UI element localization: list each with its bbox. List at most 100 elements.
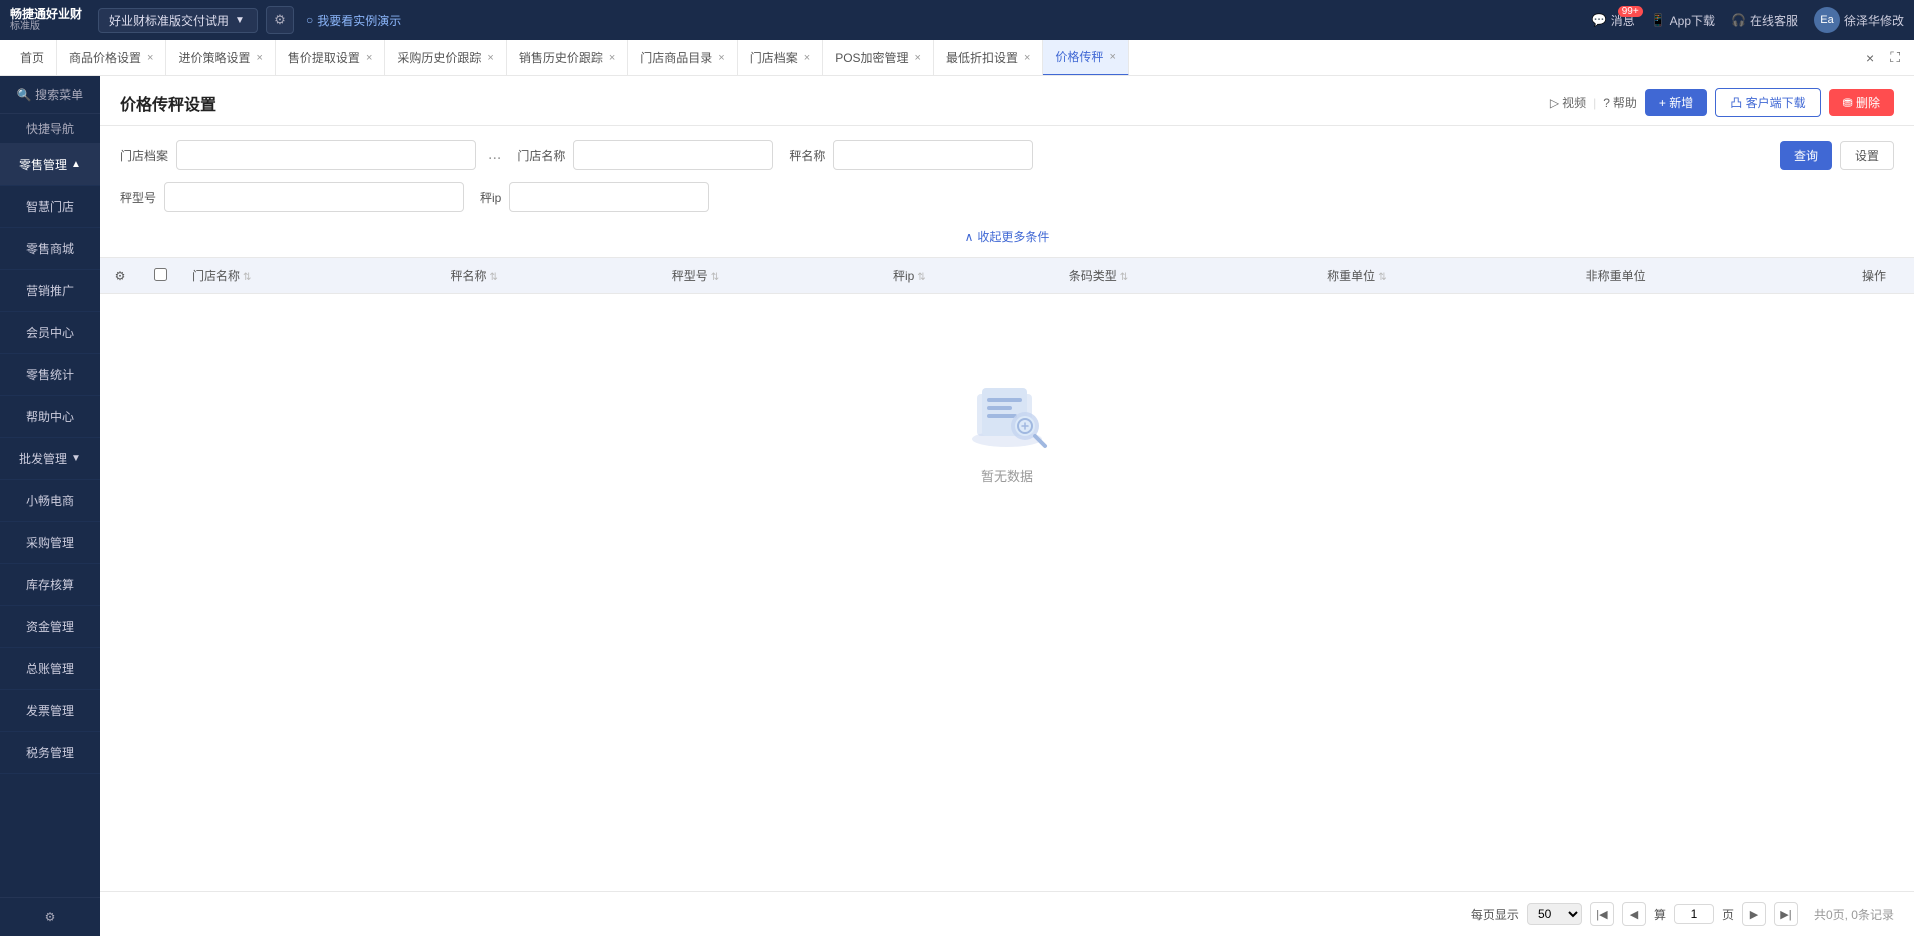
- last-page-button[interactable]: ▶|: [1774, 902, 1798, 926]
- page-input[interactable]: [1674, 904, 1714, 924]
- tab-item-POS加密管理[interactable]: POS加密管理 ×: [823, 40, 934, 76]
- tab-label: 采购历史价跟踪: [397, 49, 481, 66]
- tab-item-进价策略设置[interactable]: 进价策略设置 ×: [166, 40, 275, 76]
- tab-item-商品价格设置[interactable]: 商品价格设置 ×: [57, 40, 166, 76]
- tab-close-icon[interactable]: ×: [609, 52, 615, 64]
- tab-close-icon[interactable]: ×: [256, 52, 262, 64]
- tab-item-销售历史价跟踪[interactable]: 销售历史价跟踪 ×: [507, 40, 628, 76]
- tab-label: 门店档案: [750, 49, 798, 66]
- tab-close-icon[interactable]: ×: [915, 52, 921, 64]
- tab-item-门店档案[interactable]: 门店档案 ×: [738, 40, 823, 76]
- empty-text: 暂无数据: [981, 466, 1033, 485]
- tab-expand-button[interactable]: ⛶: [1884, 47, 1906, 68]
- select-all-checkbox[interactable]: [154, 268, 167, 281]
- sidebar-quick-nav[interactable]: 快捷导航: [0, 114, 100, 144]
- add-button[interactable]: + 新增: [1645, 89, 1707, 116]
- per-page-label: 每页显示: [1471, 906, 1519, 923]
- sidebar-item-采购管理[interactable]: 采购管理: [0, 522, 100, 564]
- sidebar-item-税务管理[interactable]: 税务管理: [0, 732, 100, 774]
- sort-icon[interactable]: ⇅: [489, 272, 497, 283]
- tab-close-icon[interactable]: ×: [366, 52, 372, 64]
- scale-model-input[interactable]: [164, 182, 464, 212]
- sidebar-item-总账管理[interactable]: 总账管理: [0, 648, 100, 690]
- user-initials: Ea: [1820, 14, 1833, 26]
- sidebar-item-零售管理[interactable]: 零售管理 ▲: [0, 144, 100, 186]
- search-label: 搜索菜单: [35, 88, 83, 102]
- user-menu[interactable]: Ea 徐泽华修改: [1814, 7, 1904, 33]
- tab-item-最低折扣设置[interactable]: 最低折扣设置 ×: [934, 40, 1043, 76]
- sidebar-item-营销推广[interactable]: 营销推广: [0, 270, 100, 312]
- sidebar-item-零售商城[interactable]: 零售商城: [0, 228, 100, 270]
- col-scale-model: 秤型号⇅: [660, 258, 881, 294]
- tab-item-门店商品目录[interactable]: 门店商品目录 ×: [628, 40, 737, 76]
- per-page-select[interactable]: 50 10 20 100: [1527, 903, 1582, 925]
- tab-item-采购历史价跟踪[interactable]: 采购历史价跟踪 ×: [385, 40, 506, 76]
- online-service-button[interactable]: 🎧 在线客服: [1731, 12, 1798, 29]
- sidebar-item-零售统计[interactable]: 零售统计: [0, 354, 100, 396]
- store-archive-dots[interactable]: ...: [488, 146, 501, 164]
- sort-icon[interactable]: ⇅: [1378, 272, 1386, 283]
- tab-close-icon[interactable]: ×: [1024, 52, 1030, 64]
- tab-close-all-button[interactable]: ×: [1860, 48, 1880, 68]
- sidebar-item-库存核算[interactable]: 库存核算: [0, 564, 100, 606]
- store-name-input[interactable]: [573, 140, 773, 170]
- sidebar-item-label: 库存核算: [26, 576, 74, 593]
- sidebar-item-label: 发票管理: [26, 702, 74, 719]
- config-icon[interactable]: ⚙: [266, 6, 294, 34]
- sort-icon[interactable]: ⇅: [1120, 272, 1128, 283]
- app-sub: 标准版: [10, 21, 90, 33]
- tab-bar-end: × ⛶: [1860, 47, 1906, 68]
- app-download-button[interactable]: 📱 App下载: [1651, 12, 1715, 29]
- sidebar-item-帮助中心[interactable]: 帮助中心: [0, 396, 100, 438]
- scale-name-input[interactable]: [833, 140, 1033, 170]
- download-button[interactable]: 凸 客户端下载: [1715, 88, 1820, 117]
- sidebar-settings-button[interactable]: ⚙: [0, 897, 100, 936]
- tab-item-售价提取设置[interactable]: 售价提取设置 ×: [276, 40, 385, 76]
- tab-home[interactable]: 首页: [8, 40, 57, 76]
- tab-close-icon[interactable]: ×: [718, 52, 724, 64]
- collapse-more-button[interactable]: ∧ 收起更多条件: [120, 224, 1894, 249]
- header-actions: ▷ 视频 | ? 帮助 + 新增 凸 客户端下载 ⛃ 删除: [1550, 88, 1894, 117]
- table-container: ⚙ 门店名称⇅ 秤名称⇅ 秤型号⇅ 秤ip⇅ 条码类型⇅ 称重单位⇅ 非称重单位…: [100, 258, 1914, 891]
- sidebar-item-label: 批发管理: [19, 450, 67, 467]
- filter-row-1: 门店档案 ... 门店名称 秤名称 查询 设置: [120, 140, 1894, 170]
- tab-item-价格传秤[interactable]: 价格传秤 ×: [1043, 40, 1128, 76]
- sort-icon[interactable]: ⇅: [917, 272, 925, 283]
- demo-button[interactable]: ○ 我要看实例演示: [306, 12, 401, 29]
- sidebar-item-智慧门店[interactable]: 智慧门店: [0, 186, 100, 228]
- sidebar-search[interactable]: 🔍 搜索菜单: [0, 76, 100, 114]
- sidebar-item-批发管理[interactable]: 批发管理 ▼: [0, 438, 100, 480]
- page-header: 价格传秤设置 ▷ 视频 | ? 帮助 + 新增 凸 客户端下载 ⛃ 删除: [100, 76, 1914, 126]
- query-button[interactable]: 查询: [1780, 141, 1832, 170]
- store-archive-input[interactable]: [176, 140, 476, 170]
- delete-button[interactable]: ⛃ 删除: [1829, 89, 1894, 116]
- scale-ip-input[interactable]: [509, 182, 709, 212]
- sort-icon[interactable]: ⇅: [711, 272, 719, 283]
- messages-button[interactable]: 💬 消息 99+: [1592, 12, 1635, 29]
- settings-filter-button[interactable]: 设置: [1840, 141, 1894, 170]
- sidebar: 🔍 搜索菜单 快捷导航 零售管理 ▲ 智慧门店 零售商城 营销推广 会员中心 零…: [0, 76, 100, 936]
- nav-label: 快捷导航: [26, 122, 74, 136]
- tab-close-icon[interactable]: ×: [487, 52, 493, 64]
- sidebar-item-小畅电商[interactable]: 小畅电商: [0, 480, 100, 522]
- tab-label: 进价策略设置: [178, 49, 250, 66]
- tab-close-icon[interactable]: ×: [804, 52, 810, 64]
- avatar: Ea: [1814, 7, 1840, 33]
- first-page-button[interactable]: |◀: [1590, 902, 1614, 926]
- sidebar-item-会员中心[interactable]: 会员中心: [0, 312, 100, 354]
- store-name-label: 门店名称: [517, 147, 565, 164]
- col-settings[interactable]: ⚙: [100, 258, 140, 294]
- sidebar-item-资金管理[interactable]: 资金管理: [0, 606, 100, 648]
- tab-close-icon[interactable]: ×: [147, 52, 153, 64]
- video-link[interactable]: ▷ 视频 | ? 帮助: [1550, 94, 1637, 111]
- tab-close-icon[interactable]: ×: [1109, 51, 1115, 63]
- col-checkbox[interactable]: [140, 258, 180, 294]
- version-selector[interactable]: 好业财标准版交付试用 ▼: [98, 8, 258, 33]
- sidebar-item-发票管理[interactable]: 发票管理: [0, 690, 100, 732]
- next-page-button[interactable]: ▶: [1742, 902, 1766, 926]
- sort-icon[interactable]: ⇅: [243, 272, 251, 283]
- tab-label: 销售历史价跟踪: [519, 49, 603, 66]
- app-download-icon: 📱: [1651, 13, 1666, 27]
- prev-page-button[interactable]: ◀: [1622, 902, 1646, 926]
- scale-model-label: 秤型号: [120, 189, 156, 206]
